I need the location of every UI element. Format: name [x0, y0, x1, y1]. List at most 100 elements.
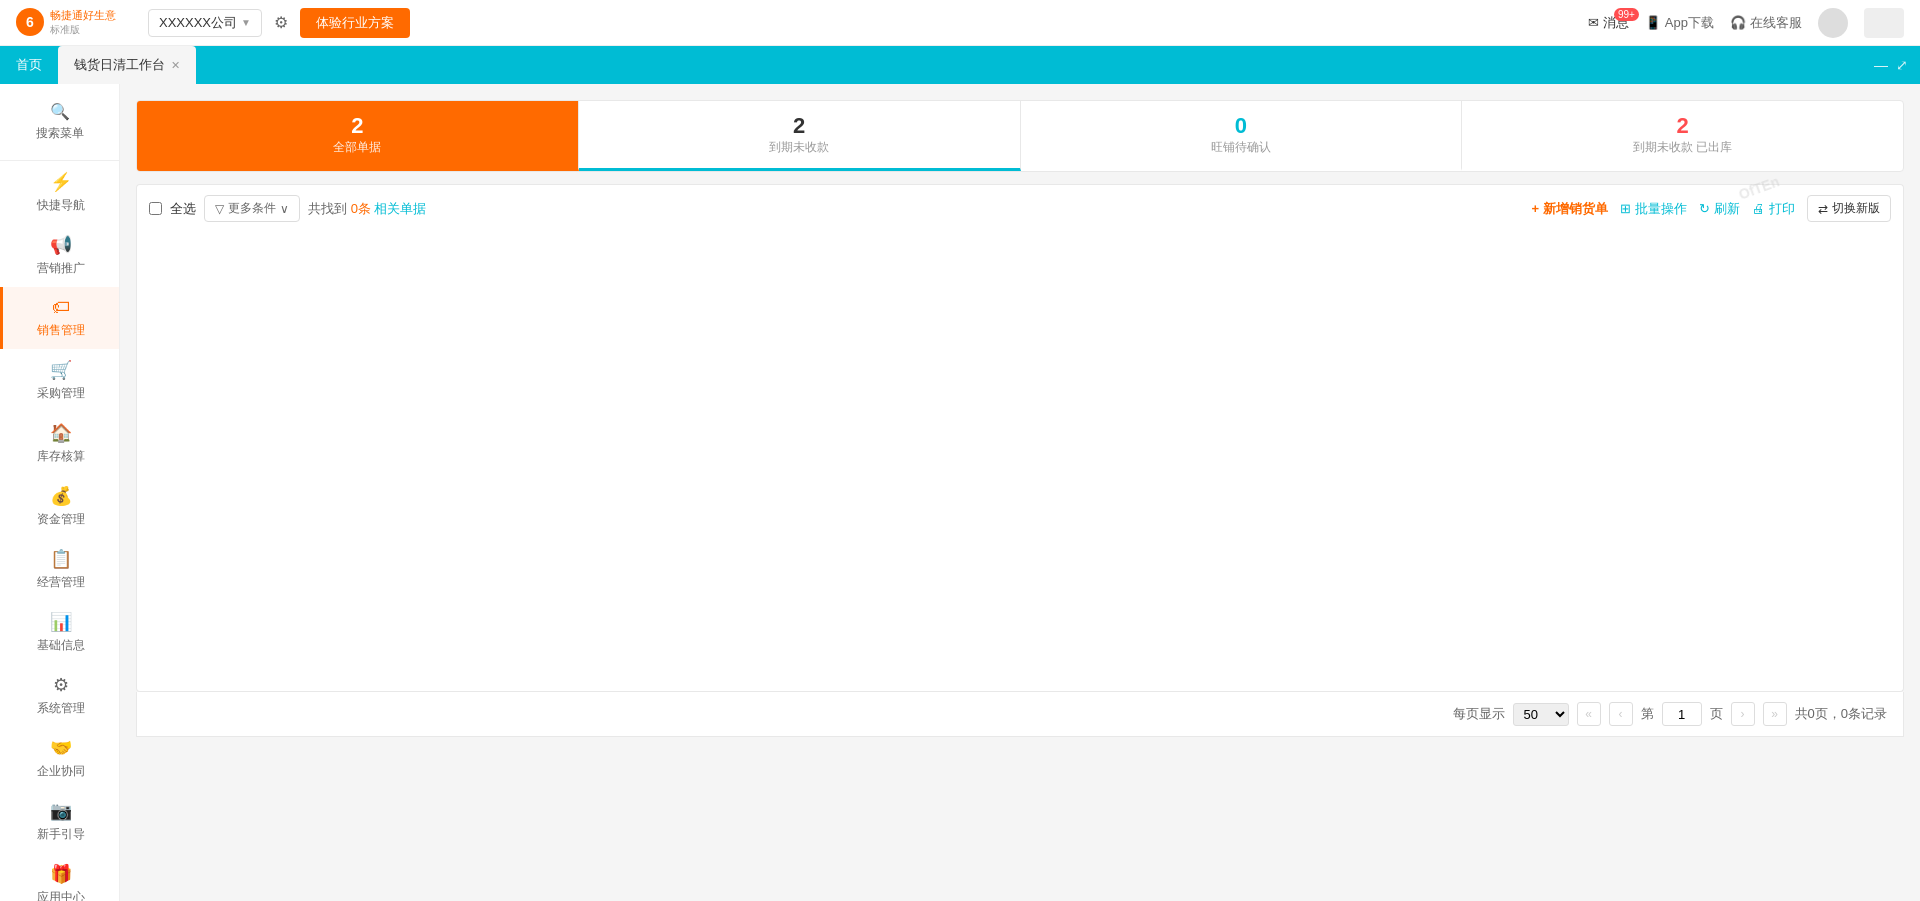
- chevron-down-icon: ▼: [241, 17, 251, 28]
- jichu-icon: 📊: [50, 611, 72, 633]
- switch-icon: ⇄: [1818, 202, 1828, 216]
- app-download-btn[interactable]: 📱 App下载: [1645, 14, 1714, 32]
- logo-text-block: 畅捷通好生意 标准版: [50, 8, 116, 36]
- sidebar-item-label-zijin: 资金管理: [37, 511, 85, 528]
- sidebar-item-xinshou[interactable]: 📷 新手引导: [0, 790, 119, 853]
- kuaijie-icon: ⚡: [50, 171, 72, 193]
- refresh-label: 刷新: [1714, 200, 1740, 218]
- sidebar-item-jichu[interactable]: 📊 基础信息: [0, 601, 119, 664]
- sidebar: 🔍 搜索菜单 ⚡ 快捷导航 📢 营销推广 🏷 销售管理 🛒 采购管理 🏠 库存核…: [0, 84, 120, 901]
- sidebar-item-kucun[interactable]: 🏠 库存核算: [0, 412, 119, 475]
- logo-icon: 6: [16, 8, 44, 36]
- found-count: 0条: [351, 201, 371, 216]
- tab-close-icon[interactable]: ✕: [171, 59, 180, 72]
- topbar-left: 6 畅捷通好生意 标准版 XXXXXX公司 ▼ ⚙ 体验行业方案: [16, 8, 410, 38]
- user-name-area[interactable]: [1864, 8, 1904, 38]
- sidebar-item-xitong[interactable]: ⚙ 系统管理: [0, 664, 119, 727]
- sidebar-item-qiye[interactable]: 🤝 企业协同: [0, 727, 119, 790]
- kucun-icon: 🏠: [50, 422, 72, 444]
- stat-num-all: 2: [351, 113, 363, 139]
- topbar: 6 畅捷通好生意 标准版 XXXXXX公司 ▼ ⚙ 体验行业方案 ✉ 消息 99…: [0, 0, 1920, 46]
- company-selector[interactable]: XXXXXX公司 ▼: [148, 9, 262, 37]
- sidebar-item-label-yingxiao: 营销推广: [37, 260, 85, 277]
- logo-text: 畅捷通好生意: [50, 8, 116, 22]
- sidebar-item-label-kuaijie: 快捷导航: [37, 197, 85, 214]
- pagination: 每页显示 50 20 100 « ‹ 第 页 › » 共0页，0条记录: [136, 692, 1904, 737]
- next-page-btn[interactable]: ›: [1731, 702, 1755, 726]
- first-page-btn[interactable]: «: [1577, 702, 1601, 726]
- tabbar: 首页 钱货日清工作台 ✕ — ⤢: [0, 46, 1920, 84]
- stat-tab-all[interactable]: 2 全部单据: [137, 101, 579, 171]
- filter-chevron-icon: ∨: [280, 202, 289, 216]
- print-icon: 🖨: [1752, 201, 1765, 216]
- tabbar-actions: — ⤢: [1874, 57, 1920, 73]
- main-content: 2 全部单据 2 到期未收款 0 旺铺待确认 2 到期未收款 已出库 全选 ▽ …: [120, 84, 1920, 901]
- add-label: 新增销货单: [1543, 200, 1608, 218]
- prev-page-btn[interactable]: ‹: [1609, 702, 1633, 726]
- stat-label-overdue: 到期未收款: [769, 139, 829, 156]
- sidebar-item-kuaijie[interactable]: ⚡ 快捷导航: [0, 161, 119, 224]
- online-service-icon: 🎧: [1730, 15, 1746, 30]
- zijin-icon: 💰: [50, 485, 72, 507]
- stat-num-overdue: 2: [793, 113, 805, 139]
- stat-tab-overdue[interactable]: 2 到期未收款: [579, 101, 1021, 171]
- batch-label: 批量操作: [1635, 200, 1687, 218]
- stats-tabs: 2 全部单据 2 到期未收款 0 旺铺待确认 2 到期未收款 已出库: [136, 100, 1904, 172]
- page-label: 第: [1641, 705, 1654, 723]
- sidebar-item-label-jichu: 基础信息: [37, 637, 85, 654]
- tab-maximize-btn[interactable]: ⤢: [1896, 57, 1908, 73]
- select-all-checkbox[interactable]: [149, 202, 162, 215]
- sidebar-item-zijin[interactable]: 💰 资金管理: [0, 475, 119, 538]
- stat-tab-shipped[interactable]: 2 到期未收款 已出库: [1462, 101, 1903, 171]
- stat-num-shipped: 2: [1677, 113, 1689, 139]
- industry-btn[interactable]: 体验行业方案: [300, 8, 410, 38]
- tab-home[interactable]: 首页: [0, 46, 58, 84]
- sidebar-item-yingyong[interactable]: 🎁 应用中心: [0, 853, 119, 901]
- switch-version-btn[interactable]: ⇄ 切换新版: [1807, 195, 1891, 222]
- refresh-icon: ↻: [1699, 201, 1710, 216]
- settings-icon[interactable]: ⚙: [274, 13, 288, 32]
- message-icon: ✉: [1588, 15, 1599, 30]
- stat-tab-wangpu[interactable]: 0 旺铺待确认: [1021, 101, 1463, 171]
- stat-label-wangpu: 旺铺待确认: [1211, 139, 1271, 156]
- tab-qianghuo[interactable]: 钱货日清工作台 ✕: [58, 46, 196, 84]
- page-input[interactable]: [1662, 702, 1702, 726]
- batch-icon: ⊞: [1620, 201, 1631, 216]
- sidebar-item-label-qiye: 企业协同: [37, 763, 85, 780]
- per-page-select[interactable]: 50 20 100: [1513, 703, 1569, 726]
- sidebar-item-label-yingyong: 应用中心: [37, 889, 85, 901]
- sidebar-item-label-jingying: 经营管理: [37, 574, 85, 591]
- sidebar-item-caigou[interactable]: 🛒 采购管理: [0, 349, 119, 412]
- company-name: XXXXXX公司: [159, 14, 237, 32]
- app-download-label: App下载: [1665, 14, 1714, 32]
- batch-btn[interactable]: ⊞ 批量操作: [1620, 200, 1687, 218]
- sidebar-search-area: 🔍 搜索菜单: [0, 84, 119, 161]
- logo-tag: 标准版: [50, 23, 116, 37]
- avatar[interactable]: [1818, 8, 1848, 38]
- sidebar-item-xiaoshou[interactable]: 🏷 销售管理: [0, 287, 119, 349]
- print-btn[interactable]: 🖨 打印: [1752, 200, 1795, 218]
- online-service-btn[interactable]: 🎧 在线客服: [1730, 14, 1802, 32]
- app-download-icon: 📱: [1645, 15, 1661, 30]
- related-records-link[interactable]: 相关单据: [374, 201, 426, 216]
- filter-label: 更多条件: [228, 200, 276, 217]
- filter-btn[interactable]: ▽ 更多条件 ∨: [204, 195, 300, 222]
- topbar-right: ✉ 消息 99+ 📱 App下载 🎧 在线客服: [1588, 8, 1904, 38]
- sidebar-search-btn[interactable]: 🔍 搜索菜单: [0, 92, 119, 152]
- message-badge: 99+: [1614, 8, 1639, 21]
- sidebar-item-yingxiao[interactable]: 📢 营销推广: [0, 224, 119, 287]
- sidebar-item-label-kucun: 库存核算: [37, 448, 85, 465]
- table-area: [136, 232, 1904, 692]
- filter-icon: ▽: [215, 202, 224, 216]
- message-btn[interactable]: ✉ 消息 99+: [1588, 14, 1629, 32]
- sidebar-item-jingying[interactable]: 📋 经营管理: [0, 538, 119, 601]
- tab-minimize-btn[interactable]: —: [1874, 57, 1888, 73]
- total-info: 共0页，0条记录: [1795, 705, 1887, 723]
- sidebar-item-label-xitong: 系统管理: [37, 700, 85, 717]
- print-label: 打印: [1769, 200, 1795, 218]
- logo-area: 6 畅捷通好生意 标准版: [16, 8, 136, 36]
- add-record-btn[interactable]: + 新增销货单: [1531, 200, 1608, 218]
- refresh-btn[interactable]: ↻ 刷新: [1699, 200, 1740, 218]
- online-service-label: 在线客服: [1750, 14, 1802, 32]
- last-page-btn[interactable]: »: [1763, 702, 1787, 726]
